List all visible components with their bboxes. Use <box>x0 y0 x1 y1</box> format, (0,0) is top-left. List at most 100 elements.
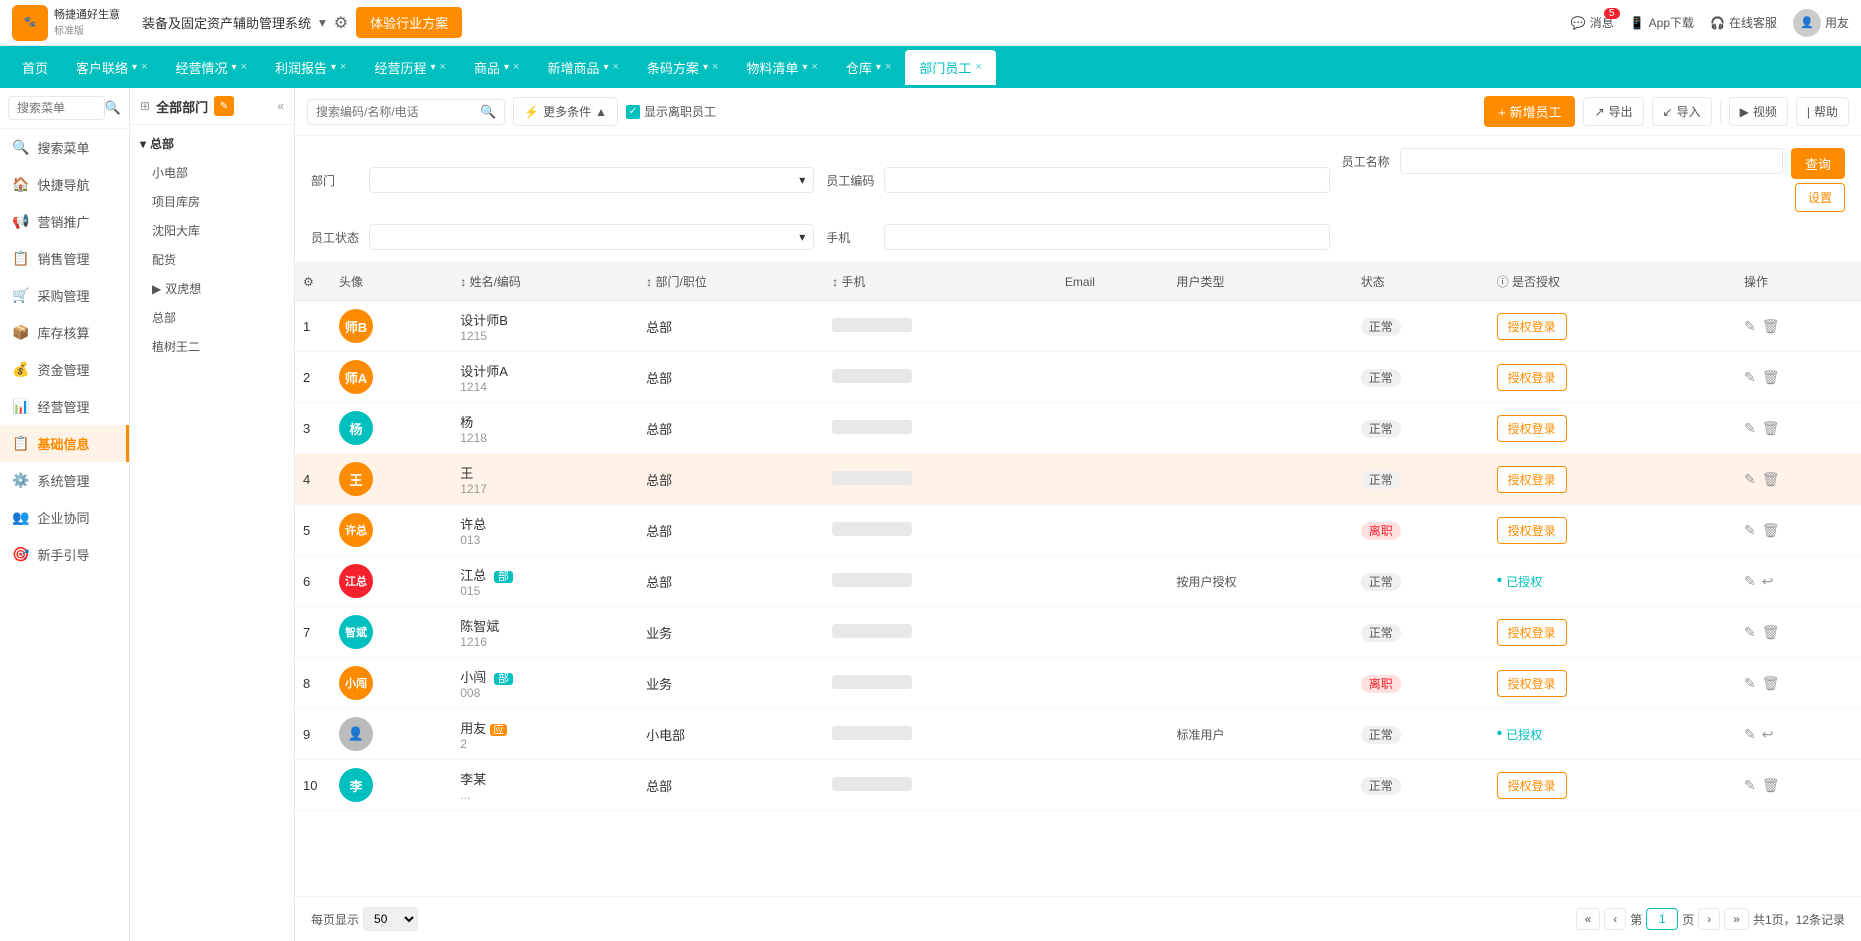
emp-status-select[interactable]: ▾ <box>369 224 814 250</box>
app-download-btn[interactable]: 📱 App下载 <box>1630 14 1694 31</box>
close-icon[interactable]: × <box>513 61 519 73</box>
edit-icon[interactable]: ✎ <box>1744 573 1756 589</box>
delete-icon[interactable]: 🗑 <box>1762 420 1780 436</box>
set-btn[interactable]: 设置 <box>1795 183 1845 212</box>
delete-icon[interactable]: 🗑 <box>1762 369 1780 385</box>
delete-icon[interactable]: ↩ <box>1762 726 1774 742</box>
close-icon[interactable]: × <box>975 61 981 73</box>
auth-btn[interactable]: 授权登录 <box>1497 619 1567 646</box>
view-btn[interactable]: ▶ 视频 <box>1729 97 1788 126</box>
delete-icon[interactable]: 🗑 <box>1762 777 1780 793</box>
sidebar-item-sales[interactable]: 📋 销售管理 <box>0 240 129 277</box>
tab-employees[interactable]: 部门员工 × <box>905 50 995 85</box>
auth-btn[interactable]: 授权登录 <box>1497 772 1567 799</box>
dept-node-zonbu[interactable]: ▾ 总部 <box>130 129 294 158</box>
emp-name-input[interactable] <box>1400 148 1783 174</box>
phone-input[interactable] <box>884 224 1329 250</box>
dept-node-project[interactable]: 项目库房 <box>130 187 294 216</box>
search-input[interactable] <box>316 105 476 119</box>
edit-icon[interactable]: ✎ <box>1744 777 1756 793</box>
sidebar-item-purchase[interactable]: 🛒 采购管理 <box>0 277 129 314</box>
dept-edit-icon[interactable]: ✎ <box>214 96 234 116</box>
tab-barcode[interactable]: 条码方案 ▾× <box>633 50 732 85</box>
tab-history[interactable]: 经营历程 ▾× <box>360 50 459 85</box>
prev-page-btn[interactable]: ‹ <box>1604 908 1626 930</box>
delete-icon[interactable]: 🗑 <box>1762 318 1780 334</box>
auth-btn[interactable]: 授权登录 <box>1497 466 1567 493</box>
edit-icon[interactable]: ✎ <box>1744 624 1756 640</box>
delete-icon[interactable]: 🗑 <box>1762 522 1780 538</box>
system-dropdown-btn[interactable]: ▾ <box>319 15 326 31</box>
sidebar-search-input[interactable] <box>8 96 105 120</box>
tab-new-goods[interactable]: 新增商品 ▾× <box>533 50 632 85</box>
tab-bom[interactable]: 物料清单 ▾× <box>732 50 831 85</box>
dept-collapse-btn[interactable]: « <box>277 99 284 113</box>
close-icon[interactable]: × <box>885 61 891 73</box>
close-icon[interactable]: × <box>712 61 718 73</box>
close-icon[interactable]: × <box>241 61 247 73</box>
more-filter-btn[interactable]: ⚡ 更多条件 ▲ <box>513 97 618 126</box>
query-btn[interactable]: 查询 <box>1791 148 1845 179</box>
col-name[interactable]: ↕ 姓名/编码 <box>452 263 638 301</box>
sidebar-item-guide[interactable]: 🎯 新手引导 <box>0 536 129 573</box>
tab-home[interactable]: 首页 <box>8 50 62 85</box>
sidebar-item-collab[interactable]: 👥 企业协同 <box>0 499 129 536</box>
col-phone[interactable]: ↕ 手机 <box>824 263 1057 301</box>
service-btn[interactable]: 🎧 在线客服 <box>1710 14 1777 31</box>
dept-node-shenyang[interactable]: 沈阳大库 <box>130 216 294 245</box>
add-employee-btn[interactable]: + 新增员工 <box>1484 96 1575 127</box>
sidebar-item-system[interactable]: ⚙️ 系统管理 <box>0 462 129 499</box>
user-area[interactable]: 👤 用友 <box>1793 9 1849 37</box>
edit-icon[interactable]: ✎ <box>1744 726 1756 742</box>
tab-warehouse[interactable]: 仓库 ▾× <box>832 50 905 85</box>
close-icon[interactable]: × <box>340 61 346 73</box>
auth-btn[interactable]: 授权登录 <box>1497 517 1567 544</box>
msg-btn[interactable]: 💬 消息 5 <box>1571 14 1614 31</box>
last-page-btn[interactable]: » <box>1724 908 1749 930</box>
delete-icon[interactable]: ↩ <box>1762 573 1774 589</box>
auth-btn[interactable]: 授权登录 <box>1497 364 1567 391</box>
sidebar-item-finance[interactable]: 💰 资金管理 <box>0 351 129 388</box>
edit-icon[interactable]: ✎ <box>1744 471 1756 487</box>
edit-icon[interactable]: ✎ <box>1744 420 1756 436</box>
edit-icon[interactable]: ✎ <box>1744 318 1756 334</box>
delete-icon[interactable]: 🗑 <box>1762 624 1780 640</box>
tab-goods[interactable]: 商品 ▾× <box>460 50 533 85</box>
dept-node-peihuo[interactable]: 配货 <box>130 245 294 274</box>
tab-customer[interactable]: 客户联络 ▾× <box>62 50 161 85</box>
sidebar-item-nav[interactable]: 🏠 快捷导航 <box>0 166 129 203</box>
edit-icon[interactable]: ✎ <box>1744 675 1756 691</box>
dept-node-zhishu[interactable]: 植树王二 <box>130 332 294 361</box>
tab-operations[interactable]: 经营情况 ▾× <box>162 50 261 85</box>
dept-node-zongbu2[interactable]: 总部 <box>130 303 294 332</box>
close-icon[interactable]: × <box>141 61 147 73</box>
sidebar-item-basic[interactable]: 📋 基础信息 <box>0 425 129 462</box>
show-resigned-toggle[interactable]: ✓ 显示离职员工 <box>626 103 716 120</box>
edit-icon[interactable]: ✎ <box>1744 369 1756 385</box>
trial-btn[interactable]: 体验行业方案 <box>356 7 462 38</box>
dept-select[interactable]: ▾ <box>369 167 814 193</box>
delete-icon[interactable]: 🗑 <box>1762 471 1780 487</box>
import-btn[interactable]: ↙ 导入 <box>1652 97 1712 126</box>
page-size-select[interactable]: 50 100 <box>363 907 418 931</box>
sidebar-item-marketing[interactable]: 📢 营销推广 <box>0 203 129 240</box>
first-page-btn[interactable]: « <box>1576 908 1601 930</box>
auth-btn[interactable]: 授权登录 <box>1497 313 1567 340</box>
delete-icon[interactable]: 🗑 <box>1762 675 1780 691</box>
edit-icon[interactable]: ✎ <box>1744 522 1756 538</box>
tab-profit[interactable]: 利润报告 ▾× <box>261 50 360 85</box>
auth-btn[interactable]: 授权登录 <box>1497 670 1567 697</box>
sidebar-item-operations[interactable]: 📊 经营管理 <box>0 388 129 425</box>
sidebar-item-search[interactable]: 🔍 搜索菜单 <box>0 129 129 166</box>
settings-btn[interactable]: ⚙ <box>334 13 348 33</box>
col-settings[interactable]: ⚙ <box>295 263 331 301</box>
close-icon[interactable]: × <box>811 61 817 73</box>
col-dept[interactable]: ↕ 部门/职位 <box>638 263 824 301</box>
next-page-btn[interactable]: › <box>1698 908 1720 930</box>
emp-code-input[interactable] <box>884 167 1329 193</box>
close-icon[interactable]: × <box>440 61 446 73</box>
auth-btn[interactable]: 授权登录 <box>1497 415 1567 442</box>
export-btn[interactable]: ↗ 导出 <box>1583 97 1643 126</box>
help-btn[interactable]: | 帮助 <box>1796 97 1849 126</box>
close-icon[interactable]: × <box>612 61 618 73</box>
